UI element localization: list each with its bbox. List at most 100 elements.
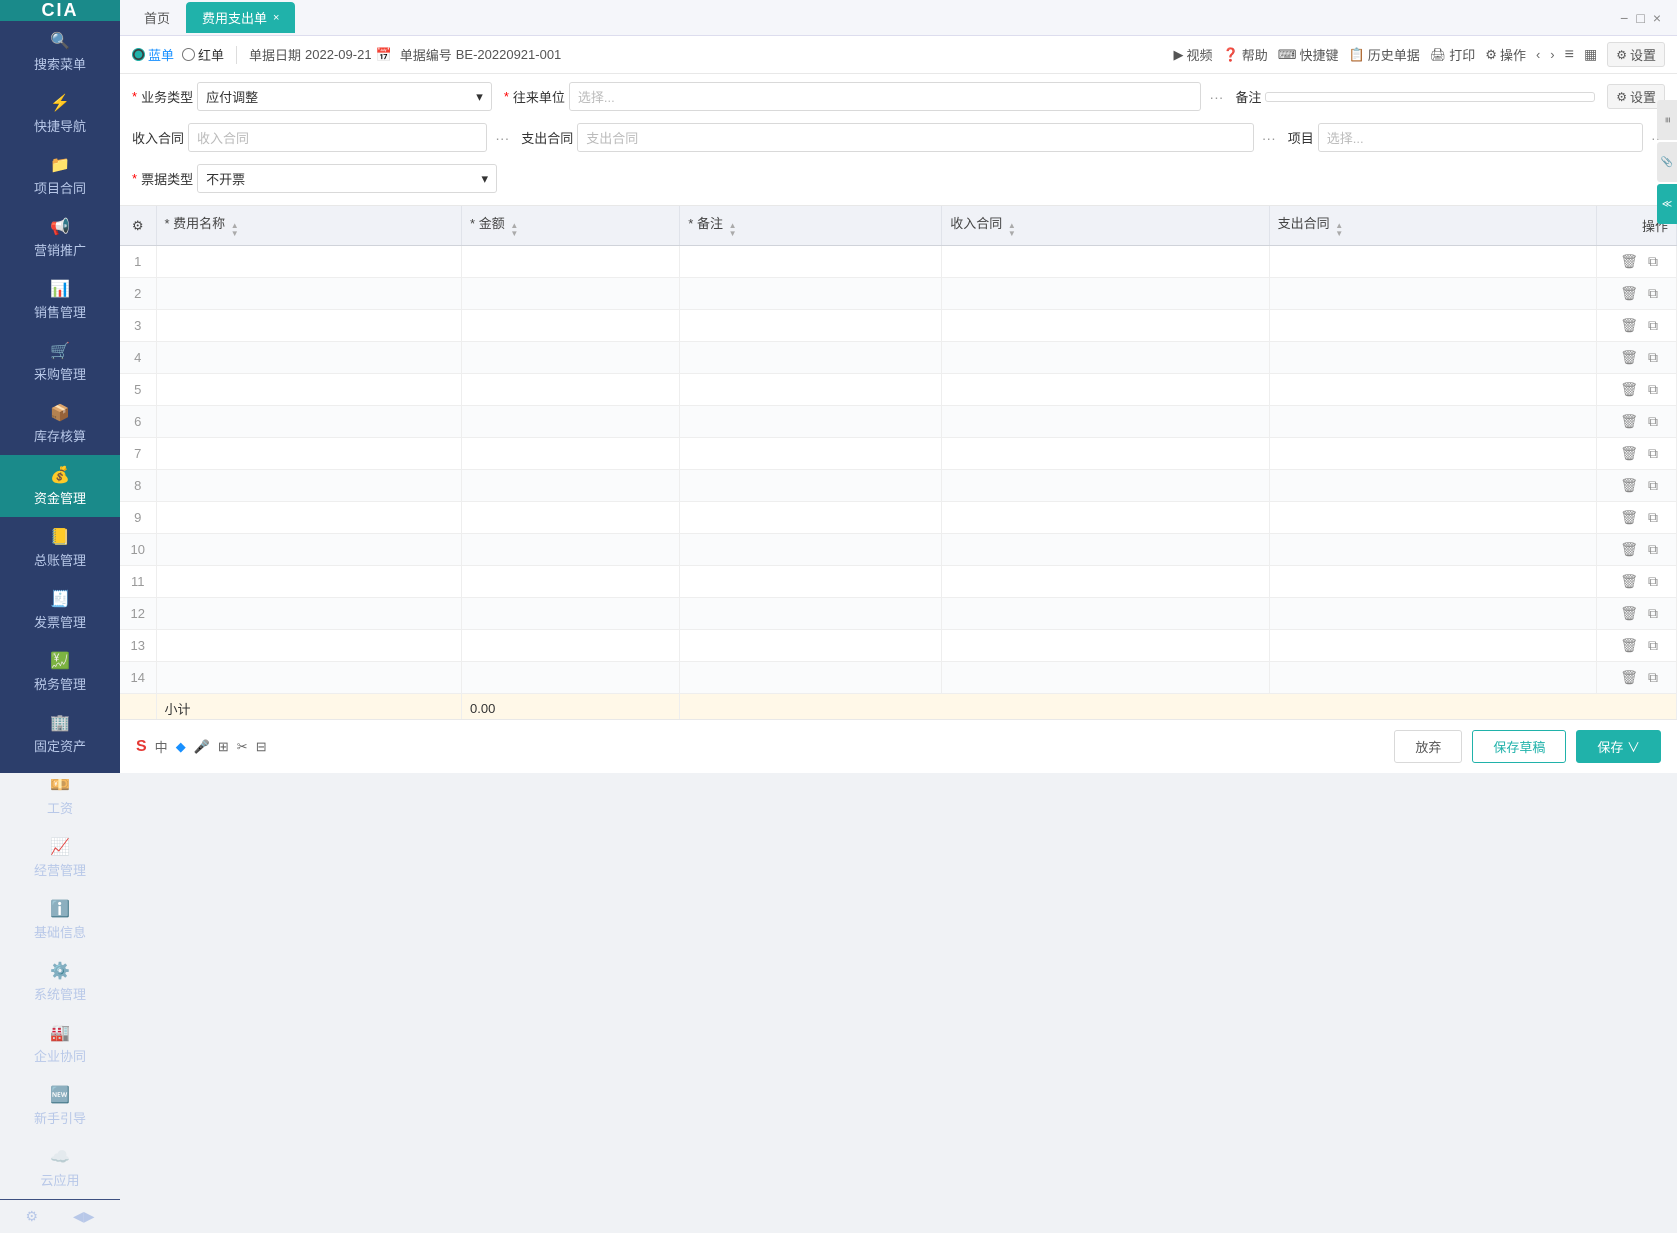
row-income-cell[interactable] <box>942 438 1269 470</box>
delete-row-button[interactable]: 🗑 <box>1618 347 1640 368</box>
row-income-cell[interactable] <box>942 502 1269 534</box>
row-expense-cell[interactable] <box>1269 662 1596 694</box>
col-name-header[interactable]: * 费用名称 ▲▼ <box>156 206 462 246</box>
ops-action[interactable]: ⚙ 操作 <box>1485 45 1526 64</box>
delete-row-button[interactable]: 🗑 <box>1618 283 1640 304</box>
delete-row-button[interactable]: 🗑 <box>1618 667 1640 688</box>
delete-row-button[interactable]: 🗑 <box>1618 507 1640 528</box>
row-income-cell[interactable] <box>942 374 1269 406</box>
copy-row-button[interactable]: ⧉ <box>1646 315 1660 336</box>
save-draft-button[interactable]: 保存草稿 <box>1472 730 1566 763</box>
window-close-button[interactable]: × <box>1653 10 1661 26</box>
row-income-cell[interactable] <box>942 310 1269 342</box>
row-amount-cell[interactable] <box>462 534 680 566</box>
copy-row-button[interactable]: ⧉ <box>1646 251 1660 272</box>
row-note-cell[interactable] <box>680 566 942 598</box>
edge-tab-1[interactable]: ≡ <box>1657 100 1677 140</box>
copy-row-button[interactable]: ⧉ <box>1646 283 1660 304</box>
counterpart-more-icon[interactable]: ··· <box>1209 89 1223 105</box>
row-income-cell[interactable] <box>942 278 1269 310</box>
row-name-cell[interactable] <box>156 342 462 374</box>
row-expense-cell[interactable] <box>1269 438 1596 470</box>
row-name-cell[interactable] <box>156 374 462 406</box>
row-note-cell[interactable] <box>680 374 942 406</box>
window-minimize-button[interactable]: − <box>1620 10 1628 26</box>
row-name-cell[interactable] <box>156 470 462 502</box>
income-contract-input[interactable]: 收入合同 <box>188 123 487 152</box>
row-expense-cell[interactable] <box>1269 342 1596 374</box>
edge-tab-2[interactable]: 📎 <box>1657 142 1677 182</box>
help-action[interactable]: ❓ 帮助 <box>1223 45 1268 64</box>
delete-row-button[interactable]: 🗑 <box>1618 539 1640 560</box>
calendar-icon[interactable]: 📅 <box>376 47 392 63</box>
sidebar-item-operation[interactable]: 📈 经营管理 <box>0 827 120 889</box>
col-settings[interactable]: ⚙ <box>120 206 156 246</box>
row-name-cell[interactable] <box>156 278 462 310</box>
sidebar-item-capital[interactable]: 💰 资金管理 <box>0 455 120 517</box>
history-action[interactable]: 📋 历史单据 <box>1349 45 1420 64</box>
row-expense-cell[interactable] <box>1269 278 1596 310</box>
row-note-cell[interactable] <box>680 342 942 374</box>
sidebar-item-system[interactable]: ⚙️ 系统管理 <box>0 951 120 1013</box>
delete-row-button[interactable]: 🗑 <box>1618 379 1640 400</box>
delete-row-button[interactable]: 🗑 <box>1618 315 1640 336</box>
delete-row-button[interactable]: 🗑 <box>1618 411 1640 432</box>
sidebar-item-marketing[interactable]: 📢 营销推广 <box>0 207 120 269</box>
sidebar-item-sales[interactable]: 📊 销售管理 <box>0 269 120 331</box>
row-income-cell[interactable] <box>942 662 1269 694</box>
row-amount-cell[interactable] <box>462 310 680 342</box>
col-expense-header[interactable]: 支出合同 ▲▼ <box>1269 206 1596 246</box>
col-income-header[interactable]: 收入合同 ▲▼ <box>942 206 1269 246</box>
sidebar-item-quick-nav[interactable]: ⚡ 快捷导航 <box>0 83 120 145</box>
delete-row-button[interactable]: 🗑 <box>1618 603 1640 624</box>
row-income-cell[interactable] <box>942 246 1269 278</box>
copy-row-button[interactable]: ⧉ <box>1646 507 1660 528</box>
row-amount-cell[interactable] <box>462 566 680 598</box>
delete-row-button[interactable]: 🗑 <box>1618 251 1640 272</box>
row-name-cell[interactable] <box>156 534 462 566</box>
row-name-cell[interactable] <box>156 598 462 630</box>
delete-row-button[interactable]: 🗑 <box>1618 635 1640 656</box>
video-action[interactable]: ▶ 视频 <box>1174 45 1213 64</box>
row-name-cell[interactable] <box>156 630 462 662</box>
grid-icon[interactable]: ⊞ <box>218 739 229 755</box>
row-amount-cell[interactable] <box>462 630 680 662</box>
tab-home[interactable]: 首页 <box>128 2 186 33</box>
row-note-cell[interactable] <box>680 662 942 694</box>
print-action[interactable]: 🖨 打印 <box>1430 45 1476 64</box>
delete-row-button[interactable]: 🗑 <box>1618 443 1640 464</box>
table-icon[interactable]: ⊟ <box>256 739 267 755</box>
counterpart-input[interactable]: 选择... <box>569 82 1202 111</box>
copy-row-button[interactable]: ⧉ <box>1646 571 1660 592</box>
row-note-cell[interactable] <box>680 630 942 662</box>
audio-bottom-icon[interactable]: ◀▶ <box>73 1208 95 1225</box>
row-amount-cell[interactable] <box>462 662 680 694</box>
copy-row-button[interactable]: ⧉ <box>1646 475 1660 496</box>
view-list-button[interactable]: ≡ <box>1565 46 1574 64</box>
row-income-cell[interactable] <box>942 630 1269 662</box>
invoice-type-select[interactable]: 不开票 ▾ <box>197 164 497 193</box>
row-expense-cell[interactable] <box>1269 374 1596 406</box>
sidebar-item-invoice[interactable]: 🧾 发票管理 <box>0 579 120 641</box>
row-amount-cell[interactable] <box>462 278 680 310</box>
row-income-cell[interactable] <box>942 342 1269 374</box>
row-name-cell[interactable] <box>156 438 462 470</box>
row-amount-cell[interactable] <box>462 342 680 374</box>
setting-button[interactable]: ⚙ 设置 <box>1607 42 1665 67</box>
row-expense-cell[interactable] <box>1269 534 1596 566</box>
expense-contract-more[interactable]: ··· <box>1262 130 1276 146</box>
tab-expense[interactable]: 费用支出单 × <box>186 2 295 33</box>
scissors-icon[interactable]: ✂ <box>237 739 248 755</box>
red-doc-radio[interactable]: 红单 <box>182 45 224 64</box>
row-amount-cell[interactable] <box>462 406 680 438</box>
sidebar-item-cloud-apps[interactable]: ☁️ 云应用 <box>0 1137 120 1199</box>
row-expense-cell[interactable] <box>1269 406 1596 438</box>
col-note-header[interactable]: * 备注 ▲▼ <box>680 206 942 246</box>
sidebar-item-enterprise[interactable]: 🏭 企业协同 <box>0 1013 120 1075</box>
row-note-cell[interactable] <box>680 534 942 566</box>
remark-input[interactable] <box>1265 92 1595 102</box>
row-note-cell[interactable] <box>680 406 942 438</box>
row-income-cell[interactable] <box>942 566 1269 598</box>
row-expense-cell[interactable] <box>1269 630 1596 662</box>
row-note-cell[interactable] <box>680 502 942 534</box>
